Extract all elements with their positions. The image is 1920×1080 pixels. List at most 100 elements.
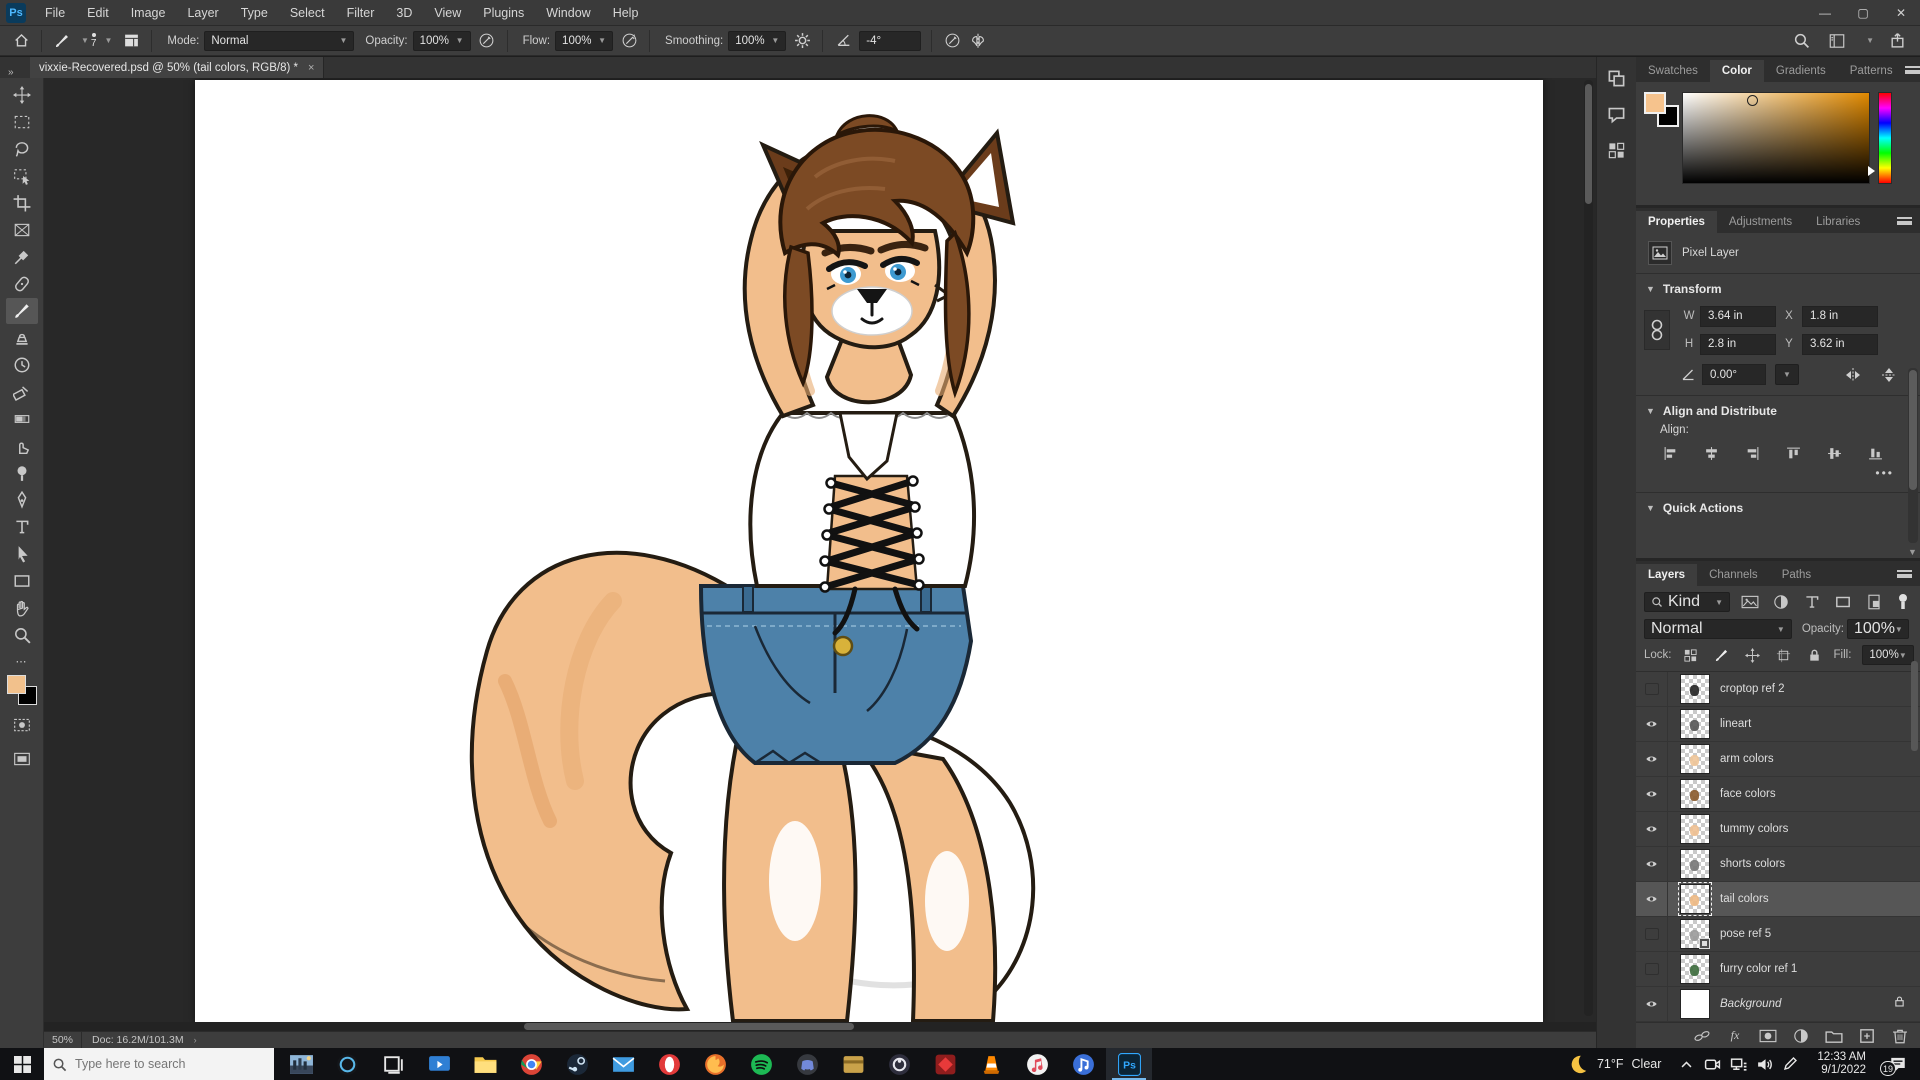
layer-name[interactable]: Background [1720,998,1781,1010]
transform-section-header[interactable]: ▼ Transform [1636,274,1920,302]
layer-blend-mode-select[interactable]: Normal ▼ [1644,619,1792,639]
color-tab-color[interactable]: Color [1709,60,1764,82]
add-layer-mask-icon[interactable] [1758,1027,1778,1045]
angle-dropdown[interactable]: ▼ [1775,364,1799,385]
vertical-scrollbar[interactable] [1584,80,1593,1016]
menu-plugins[interactable]: Plugins [472,0,535,26]
blend-mode-select[interactable]: Normal ▼ [204,30,355,51]
hand-tool[interactable] [6,595,38,621]
edit-toolbar-icon[interactable]: ⋯ [16,655,28,668]
x-field[interactable]: 1.8 in [1802,305,1878,327]
object-selection-tool[interactable] [6,163,38,189]
layer-thumbnail[interactable] [1680,709,1710,739]
spot-healing-tool[interactable] [6,271,38,297]
color-tab-swatches[interactable]: Swatches [1636,60,1710,82]
layer-visibility-eye-icon[interactable] [1636,881,1668,917]
flow-select[interactable]: 100% ▼ [555,30,614,51]
new-layer-icon[interactable] [1857,1027,1877,1045]
color-picker-cursor[interactable] [1747,95,1758,106]
filter-pixel-layers-icon[interactable] [1739,592,1761,612]
link-dimensions-icon[interactable] [1644,310,1670,350]
quick-mask-icon[interactable] [6,712,38,738]
start-button[interactable] [0,1048,44,1080]
layer-visibility-eye-icon[interactable] [1636,846,1668,882]
layer-name[interactable]: croptop ref 2 [1720,683,1785,695]
brush-tool-preset-icon[interactable] [49,29,75,53]
quick-actions-header[interactable]: ▼ Quick Actions [1636,493,1920,521]
horizontal-scrollbar-thumb[interactable] [524,1023,854,1030]
lock-pixels-icon[interactable] [1711,645,1733,665]
color-tab-patterns[interactable]: Patterns [1838,60,1905,82]
pressure-opacity-icon[interactable] [474,29,500,53]
taskbar-chrome-icon[interactable] [508,1048,554,1080]
taskbar-wallet-icon[interactable] [830,1048,876,1080]
menu-edit[interactable]: Edit [76,0,120,26]
align-center-horizontal-icon[interactable] [1701,444,1721,462]
layers-panel-menu-icon[interactable] [1897,565,1912,583]
document-tab[interactable]: vixxie-Recovered.psd @ 50% (tail colors,… [30,57,325,78]
taskbar-vlc-icon[interactable] [968,1048,1014,1080]
layer-thumbnail[interactable] [1680,814,1710,844]
layer-thumbnail[interactable] [1680,954,1710,984]
layer-visibility-eye-icon[interactable] [1636,706,1668,742]
screen-mode-icon[interactable] [6,746,38,772]
type-tool[interactable] [6,514,38,540]
taskbar-weather[interactable]: 71°F Clear [1555,1053,1673,1075]
smoothing-select[interactable]: 100% ▼ [728,30,787,51]
history-brush-tool[interactable] [6,352,38,378]
saturation-brightness-box[interactable] [1682,92,1870,184]
filter-shape-layers-icon[interactable] [1832,592,1854,612]
layer-visibility-eye-icon[interactable] [1636,741,1668,777]
scroll-down-icon[interactable]: ▼ [1908,547,1917,557]
brush-angle-field[interactable]: -4° [859,30,922,51]
eyedropper-tool[interactable] [6,244,38,270]
marquee-tool[interactable] [6,109,38,135]
move-tool[interactable] [6,82,38,108]
lasso-tool[interactable] [6,136,38,162]
layer-thumbnail[interactable] [1680,779,1710,809]
menu-view[interactable]: View [423,0,472,26]
close-window-icon[interactable]: ✕ [1882,0,1920,26]
layer-visibility-empty[interactable] [1636,672,1668,707]
layer-row-croptop-ref-2[interactable]: croptop ref 2 [1636,672,1920,707]
layer-fill-select[interactable]: 100% ▼ [1862,645,1914,665]
width-field[interactable]: 3.64 in [1700,305,1776,327]
minimize-window-icon[interactable]: — [1806,0,1844,26]
status-popup-icon[interactable]: › [194,1035,197,1045]
layers-tab-layers[interactable]: Layers [1636,564,1698,586]
menu-image[interactable]: Image [120,0,177,26]
taskbar-clock[interactable]: 12:33 AM 9/1/2022 [1803,1051,1876,1077]
smoothing-gear-icon[interactable] [789,29,815,53]
layer-row-arm-colors[interactable]: arm colors [1636,741,1920,777]
search-icon[interactable] [1788,29,1814,53]
layer-name[interactable]: tummy colors [1720,823,1788,835]
layer-visibility-empty[interactable] [1636,916,1668,952]
layers-tab-channels[interactable]: Channels [1697,564,1770,586]
opacity-select[interactable]: 100% ▼ [412,30,471,51]
align-more-options-icon[interactable]: ••• [1636,464,1920,486]
rectangle-tool[interactable] [6,568,38,594]
crop-tool[interactable] [6,190,38,216]
layer-name[interactable]: arm colors [1720,753,1774,765]
taskbar-groove-icon[interactable] [1060,1048,1106,1080]
lock-position-icon[interactable] [1742,645,1764,665]
layer-name[interactable]: pose ref 5 [1720,928,1771,940]
layer-row-background[interactable]: Background [1636,986,1920,1022]
layers-scrollbar[interactable] [1910,661,1919,961]
align-top-icon[interactable] [1783,444,1803,462]
horizontal-scrollbar[interactable] [44,1022,1596,1031]
collapsed-panel-history-icon[interactable] [1603,65,1631,91]
collapsed-panel-comments-icon[interactable] [1603,101,1631,127]
height-field[interactable]: 2.8 in [1700,333,1776,355]
taskbar-steam-icon[interactable] [554,1048,600,1080]
pen-icon[interactable] [1777,1048,1803,1080]
toggle-brush-panel-icon[interactable] [118,29,144,53]
layer-style-fx-icon[interactable]: fx [1725,1027,1745,1045]
volume-icon[interactable] [1751,1048,1777,1080]
frame-tool[interactable] [6,217,38,243]
chevron-down-icon[interactable]: ▼ [1866,36,1874,45]
menu-type[interactable]: Type [230,0,279,26]
clone-stamp-tool[interactable] [6,325,38,351]
zoom-tool[interactable] [6,622,38,648]
new-adjustment-layer-icon[interactable] [1791,1027,1811,1045]
